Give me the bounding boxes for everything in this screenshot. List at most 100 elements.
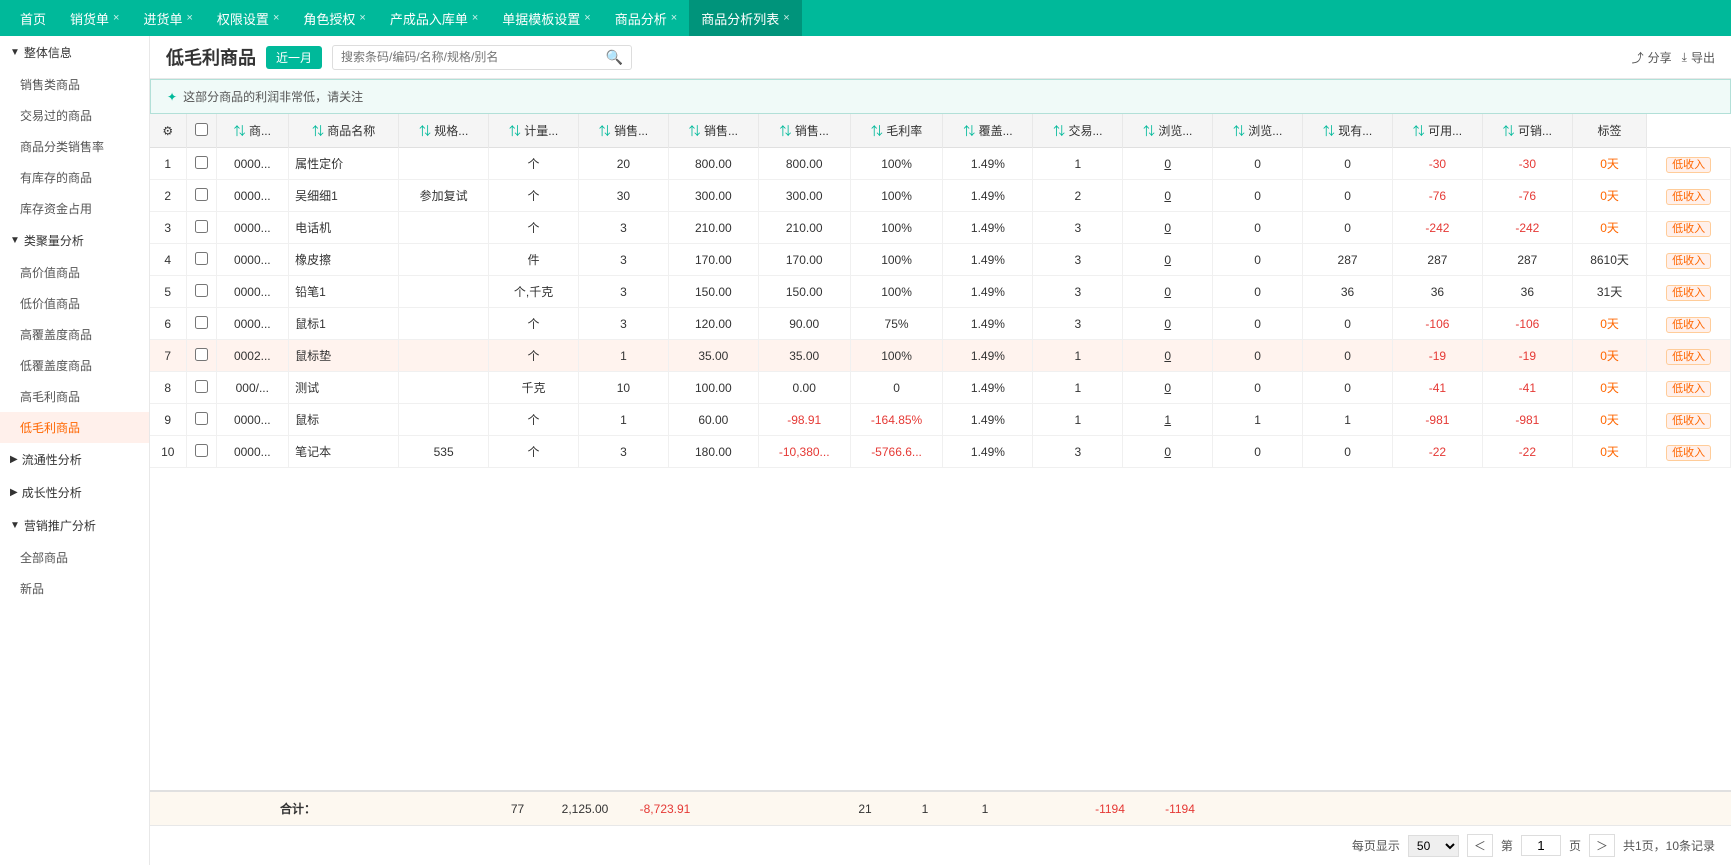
- col-stock1[interactable]: ⇅ 现有...: [1303, 114, 1393, 148]
- nav-roles[interactable]: 角色授权 ×: [291, 0, 377, 36]
- row-checkbox[interactable]: [186, 180, 216, 212]
- col-name[interactable]: ⇅ 商品名称: [289, 114, 399, 148]
- row-num: 4: [150, 244, 186, 276]
- row-trade[interactable]: 0: [1123, 436, 1213, 468]
- row-checkbox[interactable]: [186, 436, 216, 468]
- row-trade[interactable]: 0: [1123, 244, 1213, 276]
- sidebar-item-traded-goods[interactable]: 交易过的商品: [0, 100, 149, 131]
- col-trade[interactable]: ⇅ 交易...: [1033, 114, 1123, 148]
- row-code: 0000...: [216, 436, 289, 468]
- col-settings[interactable]: ⚙: [150, 114, 186, 148]
- row-trade[interactable]: 0: [1123, 212, 1213, 244]
- nav-template[interactable]: 单据模板设置 ×: [490, 0, 602, 36]
- row-trade[interactable]: 0: [1123, 276, 1213, 308]
- search-input[interactable]: [341, 50, 606, 64]
- share-button[interactable]: ⤴ 分享: [1632, 49, 1672, 66]
- nav-roles-close[interactable]: ×: [359, 12, 365, 24]
- page-sep: 页: [1569, 837, 1581, 854]
- filter-month-button[interactable]: 近一月: [266, 46, 322, 69]
- sidebar-item-category-rate[interactable]: 商品分类销售率: [0, 131, 149, 162]
- sidebar-group-marketing[interactable]: ▼ 营销推广分析: [0, 509, 149, 542]
- sidebar-item-all-goods[interactable]: 全部商品: [0, 542, 149, 573]
- sidebar-group-growth[interactable]: ▶ 成长性分析: [0, 476, 149, 509]
- row-checkbox[interactable]: [186, 340, 216, 372]
- nav-sales-close[interactable]: ×: [113, 12, 119, 24]
- page-size-select[interactable]: 50 100 200: [1408, 835, 1459, 857]
- col-days[interactable]: ⇅ 可销...: [1482, 114, 1572, 148]
- row-trade[interactable]: 0: [1123, 308, 1213, 340]
- col-code[interactable]: ⇅ 商...: [216, 114, 289, 148]
- sidebar-group-cluster[interactable]: ▼ 类聚量分析: [0, 224, 149, 257]
- col-browse1[interactable]: ⇅ 浏览...: [1123, 114, 1213, 148]
- nav-sales[interactable]: 销货单 ×: [58, 0, 131, 36]
- row-checkbox[interactable]: [186, 404, 216, 436]
- sidebar-item-low-value[interactable]: 低价值商品: [0, 288, 149, 319]
- col-spec[interactable]: ⇅ 规格...: [399, 114, 489, 148]
- next-page-button[interactable]: ＞: [1589, 834, 1615, 857]
- nav-products-in-close[interactable]: ×: [472, 12, 478, 24]
- row-spec: [399, 308, 489, 340]
- sidebar-item-capital[interactable]: 库存资金占用: [0, 193, 149, 224]
- row-days: 0天: [1572, 340, 1647, 372]
- row-checkbox[interactable]: [186, 212, 216, 244]
- sidebar-item-high-gross[interactable]: 高毛利商品: [0, 381, 149, 412]
- row-browse1: 0: [1213, 148, 1303, 180]
- sidebar-item-high-value[interactable]: 高价值商品: [0, 257, 149, 288]
- col-qty[interactable]: ⇅ 销售...: [578, 114, 668, 148]
- row-qty: 3: [578, 212, 668, 244]
- nav-products-in[interactable]: 产成品入库单 ×: [378, 0, 490, 36]
- nav-purchase-close[interactable]: ×: [186, 12, 192, 24]
- col-stock2[interactable]: ⇅ 可用...: [1392, 114, 1482, 148]
- nav-home[interactable]: 首页: [8, 0, 58, 36]
- nav-analysis-close[interactable]: ×: [671, 12, 677, 24]
- col-tag[interactable]: 标签: [1572, 114, 1647, 148]
- nav-permissions-close[interactable]: ×: [273, 12, 279, 24]
- search-icon[interactable]: 🔍: [606, 49, 623, 66]
- row-trade[interactable]: 0: [1123, 180, 1213, 212]
- col-rate[interactable]: ⇅ 毛利率: [850, 114, 943, 148]
- sidebar-item-high-coverage[interactable]: 高覆盖度商品: [0, 319, 149, 350]
- row-trade[interactable]: 0: [1123, 148, 1213, 180]
- nav-analysis[interactable]: 商品分析 ×: [603, 0, 689, 36]
- row-checkbox[interactable]: [186, 372, 216, 404]
- row-checkbox[interactable]: [186, 148, 216, 180]
- col-checkbox[interactable]: [186, 114, 216, 148]
- footer-trade: 1: [895, 802, 955, 816]
- nav-template-close[interactable]: ×: [584, 12, 590, 24]
- row-browse1: 0: [1213, 244, 1303, 276]
- col-price2[interactable]: ⇅ 销售...: [758, 114, 850, 148]
- row-trade[interactable]: 0: [1123, 372, 1213, 404]
- col-coverage[interactable]: ⇅ 覆盖...: [943, 114, 1033, 148]
- nav-analysis-list[interactable]: 商品分析列表 ×: [689, 0, 801, 36]
- page-number-input[interactable]: [1521, 835, 1561, 856]
- row-stock2: -22: [1482, 436, 1572, 468]
- nav-permissions[interactable]: 权限设置 ×: [205, 0, 291, 36]
- sidebar-item-in-stock[interactable]: 有库存的商品: [0, 162, 149, 193]
- row-checkbox[interactable]: [186, 244, 216, 276]
- row-trade[interactable]: 0: [1123, 340, 1213, 372]
- warning-banner: ✦ 这部分商品的利润非常低，请关注: [150, 79, 1731, 114]
- nav-purchase[interactable]: 进货单 ×: [131, 0, 204, 36]
- sidebar-item-low-coverage[interactable]: 低覆盖度商品: [0, 350, 149, 381]
- row-code: 0000...: [216, 404, 289, 436]
- row-trade[interactable]: 1: [1123, 404, 1213, 436]
- share-icon: ⤴: [1632, 49, 1644, 66]
- sidebar-item-sales-goods[interactable]: 销售类商品: [0, 69, 149, 100]
- row-price1: 150.00: [668, 276, 758, 308]
- row-rate: 100%: [850, 244, 943, 276]
- col-price1[interactable]: ⇅ 销售...: [668, 114, 758, 148]
- sidebar-group-overall[interactable]: ▼ 整体信息: [0, 36, 149, 69]
- row-browse2: 0: [1303, 148, 1393, 180]
- select-all-checkbox[interactable]: [195, 123, 208, 136]
- sidebar-group-flow[interactable]: ▶ 流通性分析: [0, 443, 149, 476]
- row-checkbox[interactable]: [186, 276, 216, 308]
- row-checkbox[interactable]: [186, 308, 216, 340]
- col-unit[interactable]: ⇅ 计量...: [489, 114, 579, 148]
- nav-analysis-list-close[interactable]: ×: [783, 12, 789, 24]
- export-button[interactable]: ⤓ 导出: [1682, 49, 1715, 66]
- search-box[interactable]: 🔍: [332, 45, 632, 70]
- col-browse2[interactable]: ⇅ 浏览...: [1213, 114, 1303, 148]
- sidebar-item-low-gross[interactable]: 低毛利商品: [0, 412, 149, 443]
- prev-page-button[interactable]: ＜: [1467, 834, 1493, 857]
- sidebar-item-new-goods[interactable]: 新品: [0, 573, 149, 604]
